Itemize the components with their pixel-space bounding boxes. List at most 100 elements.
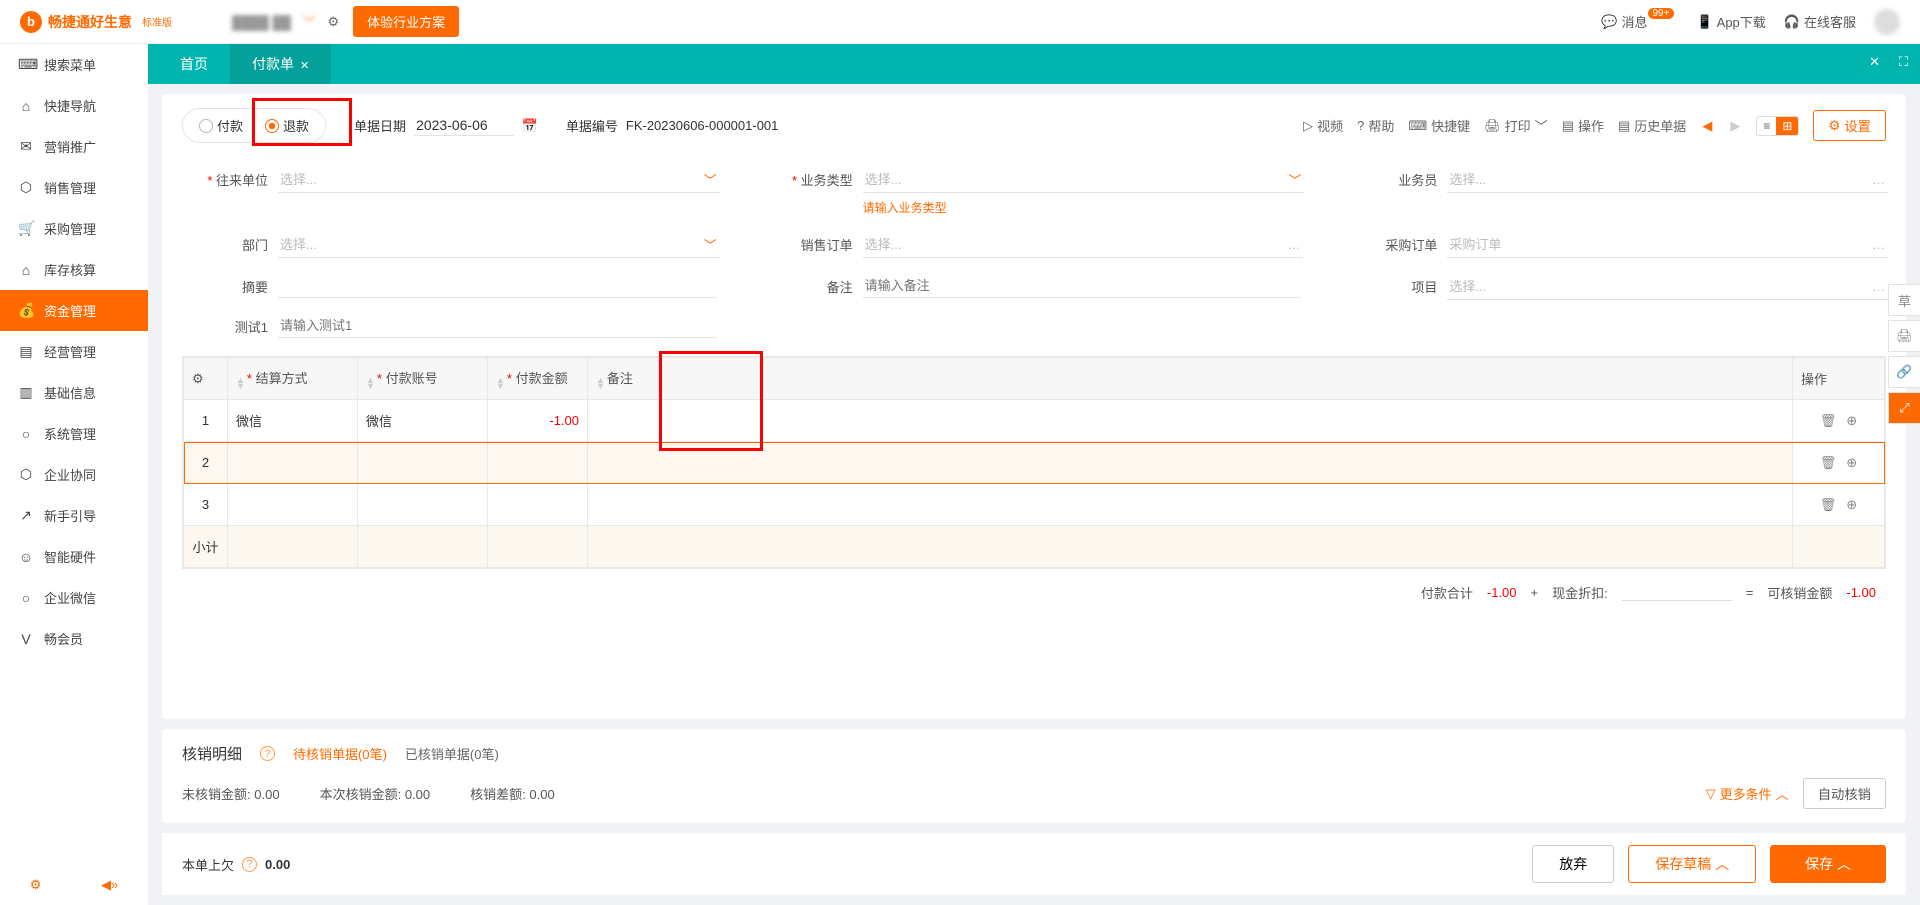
rail-attach-icon[interactable]: 🔗 bbox=[1888, 356, 1920, 388]
prev-arrow[interactable]: ◀ bbox=[1700, 118, 1714, 134]
cell-amount[interactable]: -1.00 bbox=[488, 400, 588, 442]
help-icon[interactable]: ? bbox=[260, 746, 275, 761]
cash-discount-input[interactable] bbox=[1622, 585, 1732, 601]
cell-method[interactable]: 微信 bbox=[228, 400, 358, 442]
cell-amount[interactable] bbox=[488, 484, 588, 526]
cell-account[interactable]: 微信 bbox=[358, 400, 488, 442]
next-arrow[interactable]: ▶ bbox=[1728, 118, 1742, 134]
shortcut-link[interactable]: ⌨快捷键 bbox=[1408, 116, 1470, 135]
operate-link[interactable]: ▤操作 bbox=[1562, 116, 1604, 135]
test1-input[interactable] bbox=[278, 314, 717, 338]
sidebar-item-wecom[interactable]: ○企业微信 bbox=[0, 577, 148, 618]
radio-payment[interactable]: 付款 bbox=[191, 113, 251, 138]
delete-icon[interactable]: 🗑 bbox=[1820, 413, 1837, 429]
cell-remark[interactable] bbox=[588, 484, 1793, 526]
more-icon[interactable]: … bbox=[1872, 172, 1886, 187]
org-selector[interactable]: ████ ██ ﹀ bbox=[232, 12, 316, 31]
table-row[interactable]: 1 微信 微信 -1.00 🗑⊕ bbox=[184, 400, 1885, 442]
sidebar-item-inventory[interactable]: ⌂库存核算 bbox=[0, 249, 148, 290]
avatar[interactable] bbox=[1874, 9, 1900, 35]
sidebar-item-member[interactable]: V畅会员 bbox=[0, 618, 148, 659]
right-rail: 草 🖨 🔗 ⤢ bbox=[1888, 284, 1920, 424]
sidebar-item-operation[interactable]: ▤经营管理 bbox=[0, 331, 148, 372]
cell-account[interactable] bbox=[358, 484, 488, 526]
gear-icon[interactable]: ⚙ bbox=[30, 877, 42, 893]
delete-icon[interactable]: 🗑 bbox=[1820, 455, 1837, 471]
history-link[interactable]: ▤历史单据 bbox=[1618, 116, 1686, 135]
video-link[interactable]: ▷视频 bbox=[1303, 116, 1343, 135]
cell-remark[interactable] bbox=[588, 442, 1793, 484]
tab-done[interactable]: 已核销单据(0笔) bbox=[405, 744, 499, 763]
sidebar-item-system[interactable]: ○系统管理 bbox=[0, 413, 148, 454]
gear-icon[interactable]: ⚙ bbox=[328, 14, 340, 30]
app-download-link[interactable]: 📱App下载 bbox=[1696, 12, 1765, 31]
view-form[interactable]: ⊞ bbox=[1776, 117, 1798, 135]
close-icon[interactable]: ✕ bbox=[300, 60, 309, 72]
cell-remark[interactable] bbox=[588, 400, 1793, 442]
col-amount[interactable]: ▲▼付款金额 bbox=[488, 358, 588, 400]
add-icon[interactable]: ⊕ bbox=[1846, 413, 1857, 429]
purch-order-select[interactable]: 采购订单 bbox=[1447, 230, 1888, 258]
radio-refund[interactable]: 退款 bbox=[257, 113, 317, 138]
rail-print-icon[interactable]: 🖨 bbox=[1888, 320, 1920, 352]
cell-method[interactable] bbox=[228, 442, 358, 484]
add-icon[interactable]: ⊕ bbox=[1846, 497, 1857, 513]
scheme-button[interactable]: 体验行业方案 bbox=[353, 6, 459, 37]
partner-select[interactable]: 选择... bbox=[278, 165, 720, 193]
cell-amount[interactable] bbox=[488, 442, 588, 484]
settings-button[interactable]: ⚙设置 bbox=[1813, 110, 1886, 141]
sidebar-item-guide[interactable]: ↗新手引导 bbox=[0, 495, 148, 536]
auto-verify-button[interactable]: 自动核销 bbox=[1803, 778, 1886, 809]
sidebar-item-finance[interactable]: 💰资金管理 bbox=[0, 290, 148, 331]
collapse-icon[interactable]: ◀» bbox=[101, 877, 118, 893]
view-list[interactable]: ≡ bbox=[1757, 117, 1776, 135]
sidebar-item-shortcut[interactable]: ⌂快捷导航 bbox=[0, 85, 148, 126]
help-link[interactable]: ?帮助 bbox=[1357, 116, 1394, 135]
table-row[interactable]: 3 🗑⊕ bbox=[184, 484, 1885, 526]
sidebar-item-collab[interactable]: ⬡企业协同 bbox=[0, 454, 148, 495]
discard-button[interactable]: 放弃 bbox=[1532, 845, 1614, 883]
cell-method[interactable] bbox=[228, 484, 358, 526]
project-select[interactable]: 选择... bbox=[1447, 272, 1888, 300]
rail-draft[interactable]: 草 bbox=[1888, 284, 1920, 316]
sidebar-item-hardware[interactable]: ☺智能硬件 bbox=[0, 536, 148, 577]
dept-select[interactable]: 选择... bbox=[278, 230, 720, 258]
sidebar-item-sales[interactable]: ⬡销售管理 bbox=[0, 167, 148, 208]
support-link[interactable]: 🎧在线客服 bbox=[1784, 12, 1856, 31]
sidebar-item-search[interactable]: ⌨搜索菜单 bbox=[0, 44, 148, 85]
col-method[interactable]: ▲▼结算方式 bbox=[228, 358, 358, 400]
sidebar-item-purchase[interactable]: 🛒采购管理 bbox=[0, 208, 148, 249]
col-remark[interactable]: ▲▼备注 bbox=[588, 358, 1793, 400]
sales-order-select[interactable]: 选择... bbox=[863, 230, 1304, 258]
tab-pending[interactable]: 待核销单据(0笔) bbox=[293, 744, 387, 763]
table-row[interactable]: 2 🗑⊕ bbox=[184, 442, 1885, 484]
help-icon[interactable]: ? bbox=[242, 857, 257, 872]
fullscreen-icon[interactable]: ⛶ bbox=[1899, 54, 1908, 70]
tab-payment[interactable]: 付款单✕ bbox=[230, 44, 331, 84]
col-gear[interactable]: ⚙ bbox=[184, 358, 228, 400]
save-draft-button[interactable]: 保存草稿 ︿ bbox=[1628, 845, 1756, 883]
more-icon[interactable]: … bbox=[1872, 237, 1886, 252]
tab-home[interactable]: 首页 bbox=[158, 44, 230, 84]
sidebar-item-basic[interactable]: ▥基础信息 bbox=[0, 372, 148, 413]
biz-type-select[interactable]: 选择... bbox=[863, 165, 1305, 193]
date-input[interactable]: 2023-06-06 bbox=[414, 115, 514, 136]
payment-table: ⚙ ▲▼结算方式 ▲▼付款账号 ▲▼付款金额 ▲▼备注 操作 1 微信 微信 bbox=[183, 357, 1885, 568]
sidebar-item-marketing[interactable]: ✉营销推广 bbox=[0, 126, 148, 167]
more-icon[interactable]: … bbox=[1287, 237, 1301, 252]
save-button[interactable]: 保存 ︿ bbox=[1770, 845, 1886, 883]
more-icon[interactable]: … bbox=[1872, 279, 1886, 294]
summary-input[interactable] bbox=[278, 274, 717, 298]
delete-icon[interactable]: 🗑 bbox=[1820, 497, 1837, 513]
salesman-select[interactable]: 选择... bbox=[1447, 165, 1888, 193]
calendar-icon[interactable]: 📅 bbox=[522, 118, 538, 134]
print-link[interactable]: 🖨打印﹀ bbox=[1484, 116, 1548, 135]
col-account[interactable]: ▲▼付款账号 bbox=[358, 358, 488, 400]
rail-expand-icon[interactable]: ⤢ bbox=[1888, 392, 1920, 424]
messages-link[interactable]: 💬消息99+ bbox=[1601, 12, 1678, 31]
more-conditions[interactable]: ▽更多条件︿ bbox=[1706, 784, 1789, 803]
cell-account[interactable] bbox=[358, 442, 488, 484]
remark-input[interactable] bbox=[863, 274, 1302, 298]
add-icon[interactable]: ⊕ bbox=[1846, 455, 1857, 471]
close-all-icon[interactable]: ✕ bbox=[1869, 54, 1880, 70]
